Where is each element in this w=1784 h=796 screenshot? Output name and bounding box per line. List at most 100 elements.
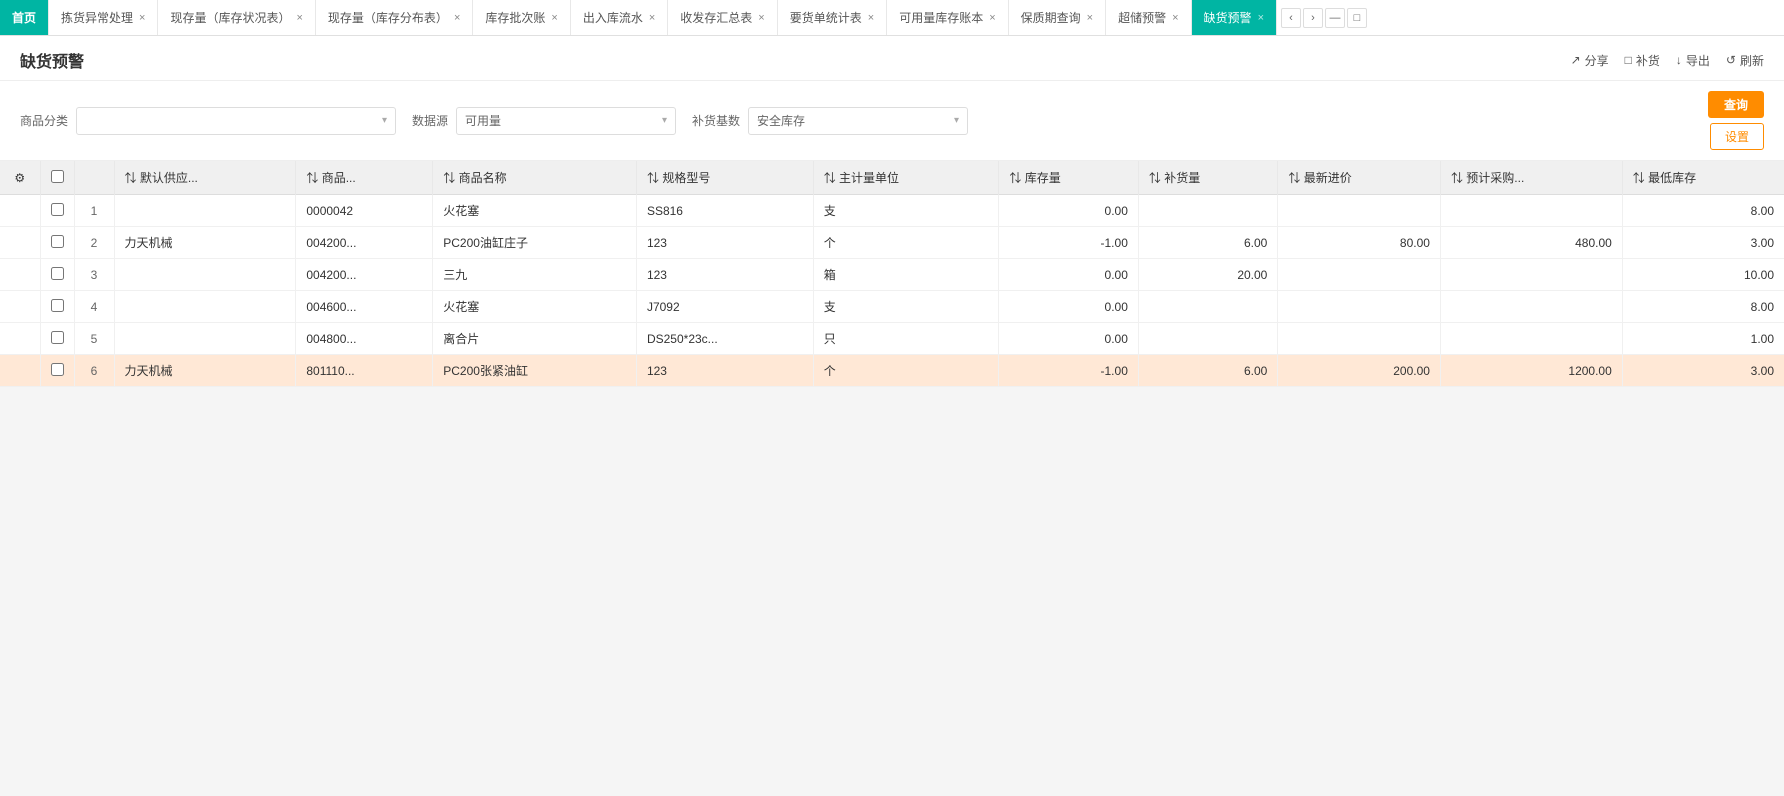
datasource-select[interactable]: 可用量 ▾ xyxy=(456,107,676,135)
row-goods-name-cell: 火花塞 xyxy=(433,291,637,323)
row-unit-cell: 个 xyxy=(813,355,999,387)
tab-collect[interactable]: 收发存汇总表 × xyxy=(668,0,777,36)
row-stock-cell: 0.00 xyxy=(999,259,1138,291)
row-checkbox-4[interactable] xyxy=(51,331,64,344)
col-header-unit[interactable]: ⇅ 主计量单位 xyxy=(813,161,999,195)
row-checkbox-cell[interactable] xyxy=(40,323,74,355)
col-header-min-stock[interactable]: ⇅ 最低库存 xyxy=(1622,161,1784,195)
row-goods-name-cell: PC200张紧油缸 xyxy=(433,355,637,387)
tab-batch-close[interactable]: × xyxy=(551,12,557,24)
tab-stock-dist-close[interactable]: × xyxy=(454,12,460,24)
row-checkbox-cell[interactable] xyxy=(40,227,74,259)
row-goods-name-cell: PC200油缸庄子 xyxy=(433,227,637,259)
tab-home[interactable]: 首页 xyxy=(0,0,49,36)
row-goods-name-cell: 三九 xyxy=(433,259,637,291)
sort-supplier-icon: ⇅ xyxy=(125,171,137,185)
table-row: 1 0000042 火花塞 SS816 支 0.00 8.00 xyxy=(0,195,1784,227)
select-all-checkbox[interactable] xyxy=(51,170,64,183)
row-settings-cell xyxy=(0,259,40,291)
col-header-spec[interactable]: ⇅ 规格型号 xyxy=(636,161,813,195)
category-select[interactable]: ▾ xyxy=(76,107,396,135)
row-checkbox-0[interactable] xyxy=(51,203,64,216)
tab-inout-close[interactable]: × xyxy=(649,12,655,24)
tab-expiry-close[interactable]: × xyxy=(1087,12,1093,24)
row-spec-cell: J7092 xyxy=(636,291,813,323)
datasource-label: 数据源 xyxy=(412,112,448,129)
tab-available-close[interactable]: × xyxy=(989,12,995,24)
settings-button[interactable]: 设置 xyxy=(1710,123,1764,150)
col-header-supplier[interactable]: ⇅ 默认供应... xyxy=(114,161,296,195)
tab-maximize-btn[interactable]: □ xyxy=(1347,8,1367,28)
export-action[interactable]: ↓ 导出 xyxy=(1676,52,1710,69)
col-header-checkbox[interactable] xyxy=(40,161,74,195)
row-est-purchase-cell xyxy=(1440,323,1622,355)
tab-overstock-close[interactable]: × xyxy=(1172,12,1178,24)
row-checkbox-2[interactable] xyxy=(51,267,64,280)
replenish-base-chevron-icon: ▾ xyxy=(954,115,959,126)
row-goods-name-cell: 火花塞 xyxy=(433,195,637,227)
tab-prev-btn[interactable]: ‹ xyxy=(1281,8,1301,28)
row-unit-cell: 箱 xyxy=(813,259,999,291)
replenish-action[interactable]: □ 补货 xyxy=(1625,52,1660,69)
tab-batch[interactable]: 库存批次账 × xyxy=(473,0,570,36)
row-checkbox-5[interactable] xyxy=(51,363,64,376)
tab-expiry[interactable]: 保质期查询 × xyxy=(1009,0,1106,36)
col-header-settings[interactable]: ⚙ xyxy=(0,161,40,195)
tab-nav-controls: ‹ › — □ xyxy=(1277,8,1371,28)
tab-inout[interactable]: 出入库流水 × xyxy=(571,0,668,36)
tab-demand-close[interactable]: × xyxy=(868,12,874,24)
tab-stock-status[interactable]: 现存量（库存状况表） × xyxy=(158,0,315,36)
row-checkbox-cell[interactable] xyxy=(40,195,74,227)
row-num-cell: 1 xyxy=(74,195,114,227)
sort-spec-icon: ⇅ xyxy=(647,171,659,185)
col-header-stock[interactable]: ⇅ 库存量 xyxy=(999,161,1138,195)
row-supplier-cell xyxy=(114,291,296,323)
tab-abnormal-close[interactable]: × xyxy=(139,12,145,24)
tab-overstock[interactable]: 超储预警 × xyxy=(1106,0,1191,36)
row-checkbox-cell[interactable] xyxy=(40,355,74,387)
replenish-base-select[interactable]: 安全库存 ▾ xyxy=(748,107,968,135)
col-header-latest-price[interactable]: ⇅ 最新进价 xyxy=(1278,161,1441,195)
tab-demand[interactable]: 要货单统计表 × xyxy=(778,0,887,36)
table-header-row: ⚙ ⇅ 默认供应... ⇅ 商品... ⇅ 商品名称 xyxy=(0,161,1784,195)
tab-stock-dist-label: 现存量（库存分布表） xyxy=(328,9,448,26)
row-est-purchase-cell: 1200.00 xyxy=(1440,355,1622,387)
row-spec-cell: SS816 xyxy=(636,195,813,227)
row-checkbox-cell[interactable] xyxy=(40,291,74,323)
col-header-goods-name[interactable]: ⇅ 商品名称 xyxy=(433,161,637,195)
col-header-goods-code[interactable]: ⇅ 商品... xyxy=(296,161,433,195)
tab-shortage-close[interactable]: × xyxy=(1258,12,1264,24)
row-checkbox-cell[interactable] xyxy=(40,259,74,291)
datasource-filter-group: 数据源 可用量 ▾ xyxy=(412,107,676,135)
col-header-est-purchase[interactable]: ⇅ 预计采购... xyxy=(1440,161,1622,195)
replenish-base-value: 安全库存 xyxy=(757,112,805,129)
tab-collect-close[interactable]: × xyxy=(758,12,764,24)
tab-stock-dist[interactable]: 现存量（库存分布表） × xyxy=(316,0,473,36)
tab-next-btn[interactable]: › xyxy=(1303,8,1323,28)
row-stock-cell: 0.00 xyxy=(999,291,1138,323)
refresh-action[interactable]: ↺ 刷新 xyxy=(1726,52,1764,69)
share-action[interactable]: ↗ 分享 xyxy=(1571,52,1609,69)
row-stock-cell: -1.00 xyxy=(999,227,1138,259)
sort-goods-code-icon: ⇅ xyxy=(306,171,318,185)
row-est-purchase-cell: 480.00 xyxy=(1440,227,1622,259)
row-num-cell: 3 xyxy=(74,259,114,291)
row-checkbox-3[interactable] xyxy=(51,299,64,312)
tab-available[interactable]: 可用量库存账本 × xyxy=(887,0,1008,36)
replenish-label: 补货 xyxy=(1636,52,1660,69)
tab-stock-status-close[interactable]: × xyxy=(296,12,302,24)
table-container: ⚙ ⇅ 默认供应... ⇅ 商品... ⇅ 商品名称 xyxy=(0,161,1784,387)
row-latest-price-cell xyxy=(1278,323,1441,355)
col-header-replenish[interactable]: ⇅ 补货量 xyxy=(1138,161,1277,195)
row-latest-price-cell xyxy=(1278,259,1441,291)
tab-abnormal[interactable]: 拣货异常处理 × xyxy=(49,0,158,36)
row-min-stock-cell: 8.00 xyxy=(1622,195,1784,227)
row-latest-price-cell xyxy=(1278,291,1441,323)
header-actions: ↗ 分享 □ 补货 ↓ 导出 ↺ 刷新 xyxy=(1571,52,1764,69)
row-spec-cell: 123 xyxy=(636,355,813,387)
row-checkbox-1[interactable] xyxy=(51,235,64,248)
tab-minimize-btn[interactable]: — xyxy=(1325,8,1345,28)
tab-shortage[interactable]: 缺货预警 × xyxy=(1192,0,1277,36)
row-settings-cell xyxy=(0,195,40,227)
query-button[interactable]: 查询 xyxy=(1708,91,1764,118)
